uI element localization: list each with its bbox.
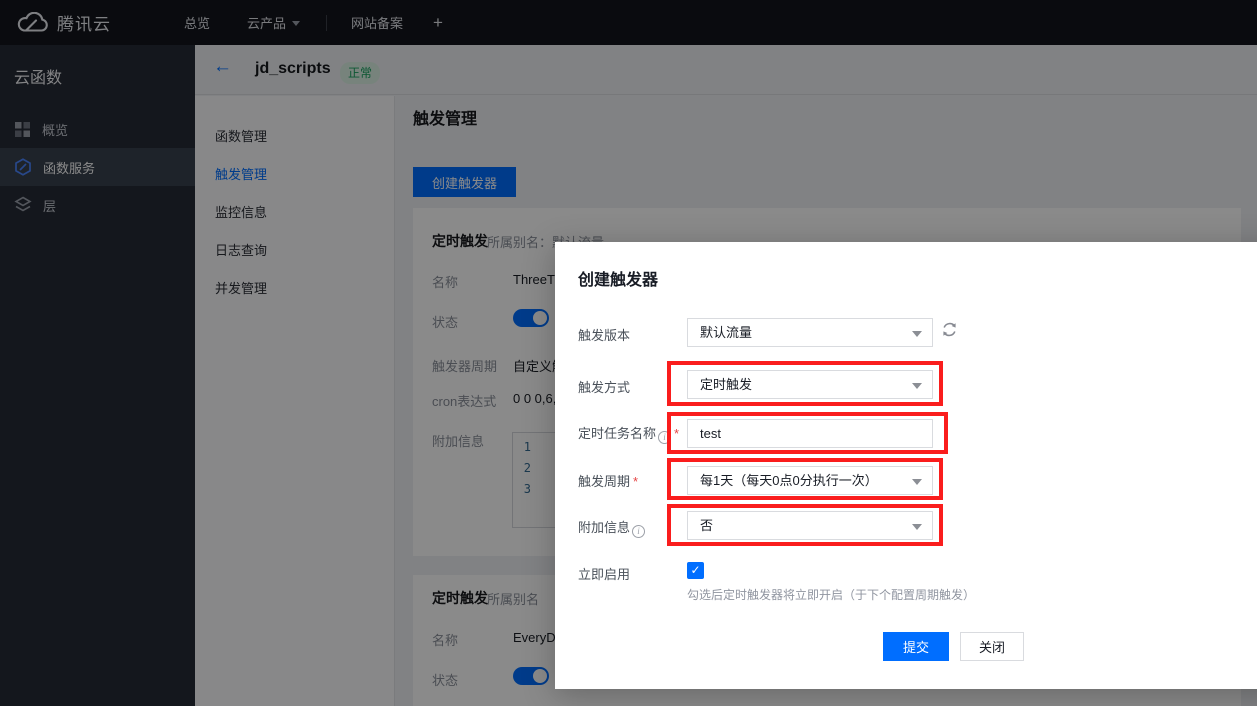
- required-asterisk: *: [674, 426, 679, 441]
- info-icon[interactable]: i: [658, 431, 671, 444]
- label-trigger-version: 触发版本: [578, 325, 630, 344]
- label-extra-info: 附加信息i: [578, 517, 645, 538]
- select-caret-icon: [912, 331, 922, 337]
- label-enable-now: 立即启用: [578, 564, 630, 583]
- select-caret-icon: [912, 524, 922, 530]
- select-caret-icon: [912, 383, 922, 389]
- close-button[interactable]: 关闭: [960, 632, 1024, 661]
- select-extra-info[interactable]: 否: [687, 511, 933, 540]
- modal-title: 创建触发器: [578, 266, 658, 290]
- info-icon[interactable]: i: [632, 525, 645, 538]
- app-window: 腾讯云 总览 云产品 网站备案 + 云函数 概览: [0, 0, 1257, 706]
- label-task-name: 定时任务名称i*: [578, 423, 679, 444]
- enable-helper-text: 勾选后定时触发器将立即开启（于下个配置周期触发）: [687, 586, 975, 603]
- select-caret-icon: [912, 479, 922, 485]
- select-trigger-cycle[interactable]: 每1天（每天0点0分执行一次）: [687, 466, 933, 495]
- label-trigger-cycle: 触发周期*: [578, 471, 638, 490]
- required-asterisk: *: [633, 474, 638, 489]
- label-trigger-type: 触发方式: [578, 377, 630, 396]
- select-trigger-version[interactable]: 默认流量: [687, 318, 933, 347]
- select-trigger-type[interactable]: 定时触发: [687, 370, 933, 399]
- enable-now-checkbox[interactable]: ✓: [687, 562, 704, 579]
- task-name-input[interactable]: [687, 419, 933, 448]
- refresh-icon[interactable]: [941, 321, 958, 343]
- submit-button[interactable]: 提交: [883, 632, 949, 661]
- create-trigger-modal: 创建触发器 触发版本 默认流量 触发方式 定时触发 定时任务名称i* 触发周期*: [555, 242, 1257, 689]
